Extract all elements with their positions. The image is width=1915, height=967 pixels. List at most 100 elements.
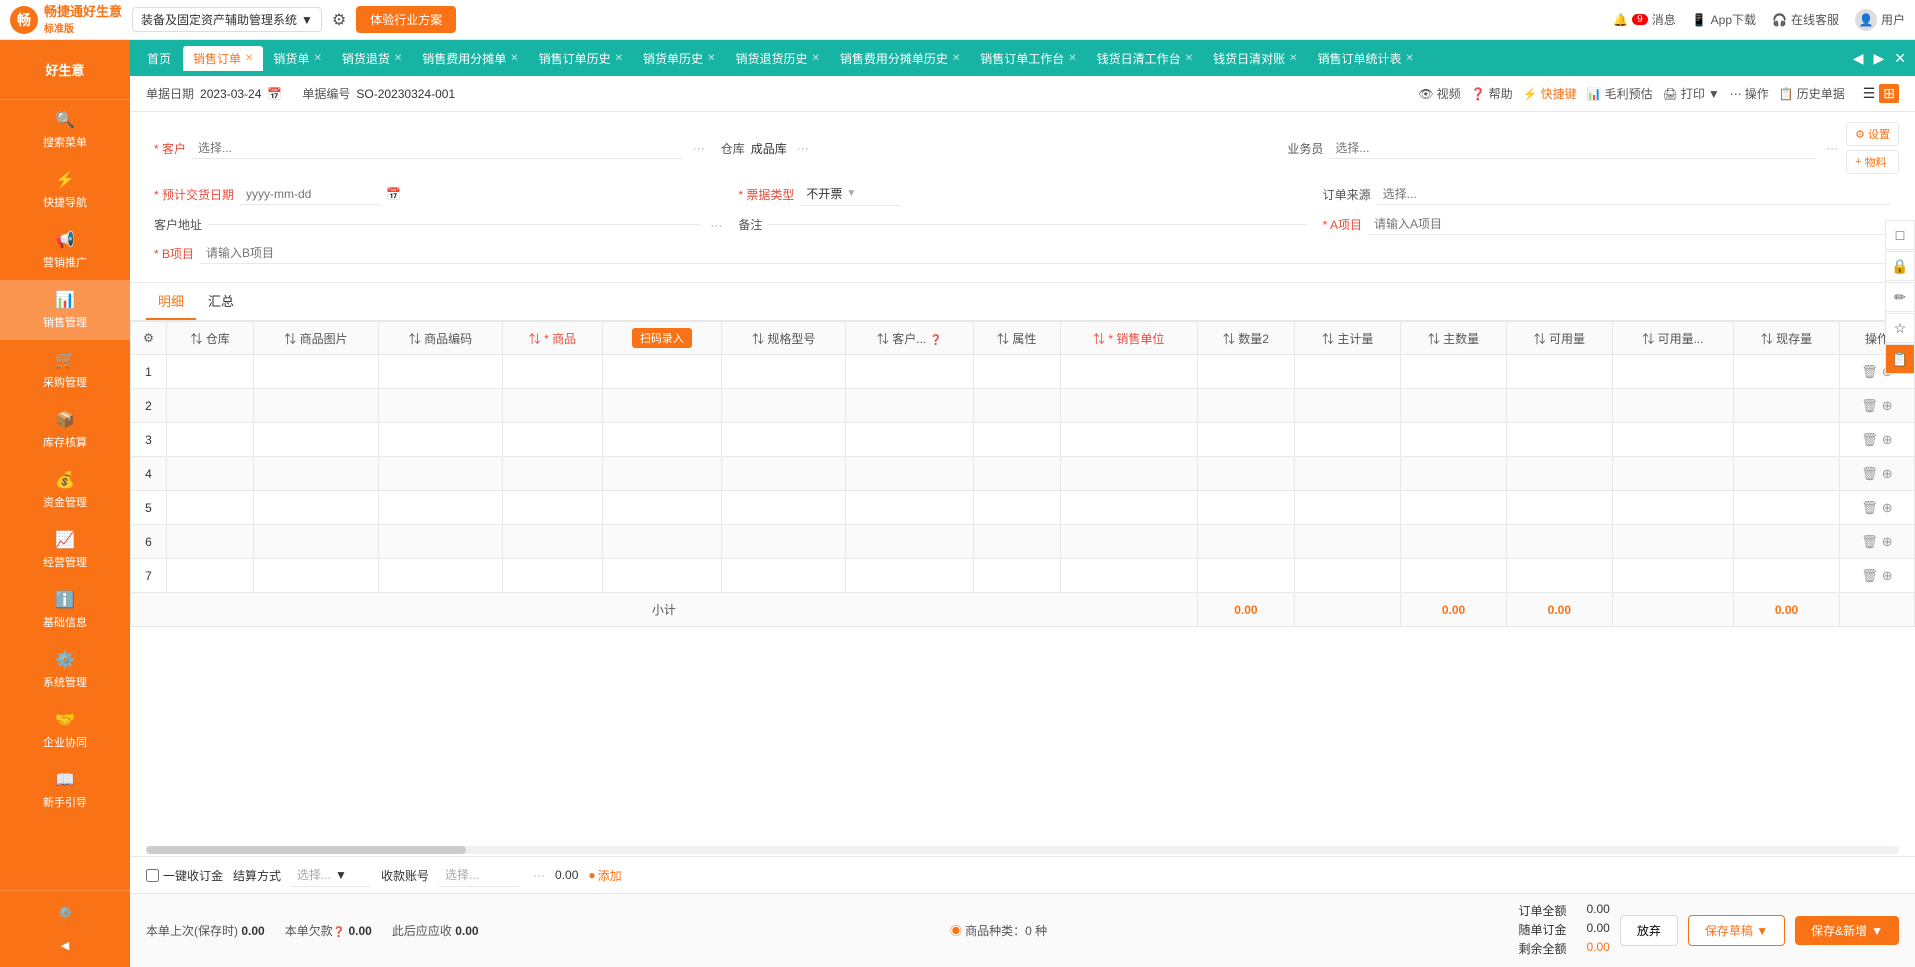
project-b-input[interactable] <box>200 243 1891 264</box>
discard-button[interactable]: 放弃 <box>1620 915 1678 946</box>
row-customer-3[interactable] <box>846 423 973 457</box>
save-new-button[interactable]: 保存&新增 ▼ <box>1795 916 1899 945</box>
profit-action[interactable]: 📊 毛利预估 <box>1587 85 1653 102</box>
row-code-4[interactable] <box>378 457 502 491</box>
row-warehouse-3[interactable] <box>167 423 254 457</box>
tab-close-return-history[interactable]: ✕ <box>811 53 819 64</box>
row-unit-6[interactable] <box>1060 525 1197 559</box>
tab-sales-order[interactable]: 销售订单 ✕ <box>183 46 263 71</box>
row-spec-7[interactable] <box>721 559 845 593</box>
add-payment-btn[interactable]: ● 添加 <box>588 867 621 884</box>
date-picker-icon[interactable]: 📅 <box>386 187 401 201</box>
row-unit-2[interactable] <box>1060 389 1197 423</box>
sidebar-item-nav[interactable]: ⚡ 快捷导航 <box>0 160 130 220</box>
row-code-5[interactable] <box>378 491 502 525</box>
row-code-7[interactable] <box>378 559 502 593</box>
row-product-2[interactable] <box>503 389 603 423</box>
row-code-6[interactable] <box>378 525 502 559</box>
sidebar-item-finance[interactable]: 💰 资金管理 <box>0 460 130 520</box>
tab-detail[interactable]: 明细 <box>146 283 196 320</box>
tab-close-order-history[interactable]: ✕ <box>615 53 623 64</box>
operation-action[interactable]: ⋯ 操作 <box>1730 85 1769 102</box>
row-qty2-7[interactable] <box>1197 559 1295 593</box>
sidebar-item-operation[interactable]: 📈 经营管理 <box>0 520 130 580</box>
view-list-icon[interactable]: ☰ <box>1863 85 1876 102</box>
float-icon-4[interactable]: ☆ <box>1885 313 1915 343</box>
row-warehouse-4[interactable] <box>167 457 254 491</box>
row-unit-7[interactable] <box>1060 559 1197 593</box>
row-main-qty-2[interactable] <box>1401 389 1507 423</box>
row-code-2[interactable] <box>378 389 502 423</box>
row-attribute-2[interactable] <box>973 389 1060 423</box>
row-spec-6[interactable] <box>721 525 845 559</box>
shortcut-action[interactable]: ⚡ 快捷键 <box>1523 85 1577 102</box>
row-copy-icon-6[interactable]: ⊕ <box>1882 534 1893 550</box>
row-main-qty-3[interactable] <box>1401 423 1507 457</box>
row-attribute-4[interactable] <box>973 457 1060 491</box>
sidebar-item-info[interactable]: ℹ️ 基础信息 <box>0 580 130 640</box>
nav-next-icon[interactable]: ▶ <box>1869 48 1888 69</box>
row-main-qty-6[interactable] <box>1401 525 1507 559</box>
system-selector[interactable]: 装备及固定资产辅助管理系统 ▼ <box>132 7 322 32</box>
add-item-btn[interactable]: + 物料 <box>1846 150 1899 174</box>
row-customer-5[interactable] <box>846 491 973 525</box>
settings-btn-1[interactable]: ⚙ 设置 <box>1846 122 1899 146</box>
row-spec-5[interactable] <box>721 491 845 525</box>
row-main-qty-1[interactable] <box>1401 355 1507 389</box>
row-spec-4[interactable] <box>721 457 845 491</box>
sidebar-item-enterprise[interactable]: 🤝 企业协同 <box>0 700 130 760</box>
row-unit-3[interactable] <box>1060 423 1197 457</box>
row-attribute-7[interactable] <box>973 559 1060 593</box>
row-delete-icon-1[interactable]: 🗑 <box>1861 364 1878 380</box>
calendar-icon[interactable]: 📅 <box>267 87 282 101</box>
tab-stats[interactable]: 销售订单统计表 ✕ <box>1307 46 1423 71</box>
tab-close-workbench[interactable]: ✕ <box>1068 53 1076 64</box>
row-unit-5[interactable] <box>1060 491 1197 525</box>
row-main-qty-5[interactable] <box>1401 491 1507 525</box>
draft-button[interactable]: 保存草稿 ▼ <box>1688 915 1785 946</box>
float-icon-5[interactable]: 📋 <box>1885 344 1915 374</box>
tab-sales-slip[interactable]: 销货单 ✕ <box>263 46 331 71</box>
row-qty2-2[interactable] <box>1197 389 1295 423</box>
tab-cash-workbench[interactable]: 钱货日清工作台 ✕ <box>1087 46 1203 71</box>
row-copy-icon-2[interactable]: ⊕ <box>1882 398 1893 414</box>
row-delete-icon-6[interactable]: 🗑 <box>1861 534 1878 550</box>
row-product-5[interactable] <box>503 491 603 525</box>
account-select[interactable]: 选择... <box>439 863 519 887</box>
scan-btn[interactable]: 扫码录入 <box>632 328 692 348</box>
row-spec-2[interactable] <box>721 389 845 423</box>
tab-close-slip-history[interactable]: ✕ <box>707 53 715 64</box>
row-copy-icon-4[interactable]: ⊕ <box>1882 466 1893 482</box>
sidebar-item-guide[interactable]: 📖 新手引导 <box>0 760 130 820</box>
online-service[interactable]: 🎧 在线客服 <box>1772 11 1839 28</box>
row-unit-4[interactable] <box>1060 457 1197 491</box>
help-action[interactable]: ❓ 帮助 <box>1471 85 1513 102</box>
tab-summary[interactable]: 汇总 <box>196 283 246 320</box>
tab-close-expense-history[interactable]: ✕ <box>952 53 960 64</box>
row-warehouse-5[interactable] <box>167 491 254 525</box>
salesperson-more-icon[interactable]: ··· <box>1826 141 1838 155</box>
warehouse-more-icon[interactable]: ··· <box>797 141 809 155</box>
tab-close-return[interactable]: ✕ <box>394 53 402 64</box>
row-copy-icon-3[interactable]: ⊕ <box>1882 432 1893 448</box>
row-main-qty-7[interactable] <box>1401 559 1507 593</box>
row-code-1[interactable] <box>378 355 502 389</box>
sidebar-collapse[interactable]: ◀ <box>0 929 130 962</box>
tab-expense-history[interactable]: 销售费用分摊单历史 ✕ <box>830 46 970 71</box>
row-customer-1[interactable] <box>846 355 973 389</box>
nav-close-icon[interactable]: ✕ <box>1890 48 1910 69</box>
address-more-icon[interactable]: ··· <box>710 218 722 232</box>
tab-reconcile[interactable]: 钱货日清对账 ✕ <box>1203 46 1307 71</box>
row-warehouse-1[interactable] <box>167 355 254 389</box>
settle-method-select[interactable]: 选择... ▼ <box>291 863 371 887</box>
tab-slip-history[interactable]: 销货单历史 ✕ <box>633 46 725 71</box>
row-spec-1[interactable] <box>721 355 845 389</box>
tab-return[interactable]: 销货退货 ✕ <box>332 46 412 71</box>
video-action[interactable]: 👁 视频 <box>1418 85 1460 102</box>
tab-expense-split[interactable]: 销售费用分摊单 ✕ <box>412 46 528 71</box>
scroll-bar-area[interactable] <box>146 846 1899 854</box>
order-source-input[interactable] <box>1377 184 1891 205</box>
row-attribute-1[interactable] <box>973 355 1060 389</box>
row-customer-2[interactable] <box>846 389 973 423</box>
customer-more-icon[interactable]: ··· <box>693 141 705 155</box>
